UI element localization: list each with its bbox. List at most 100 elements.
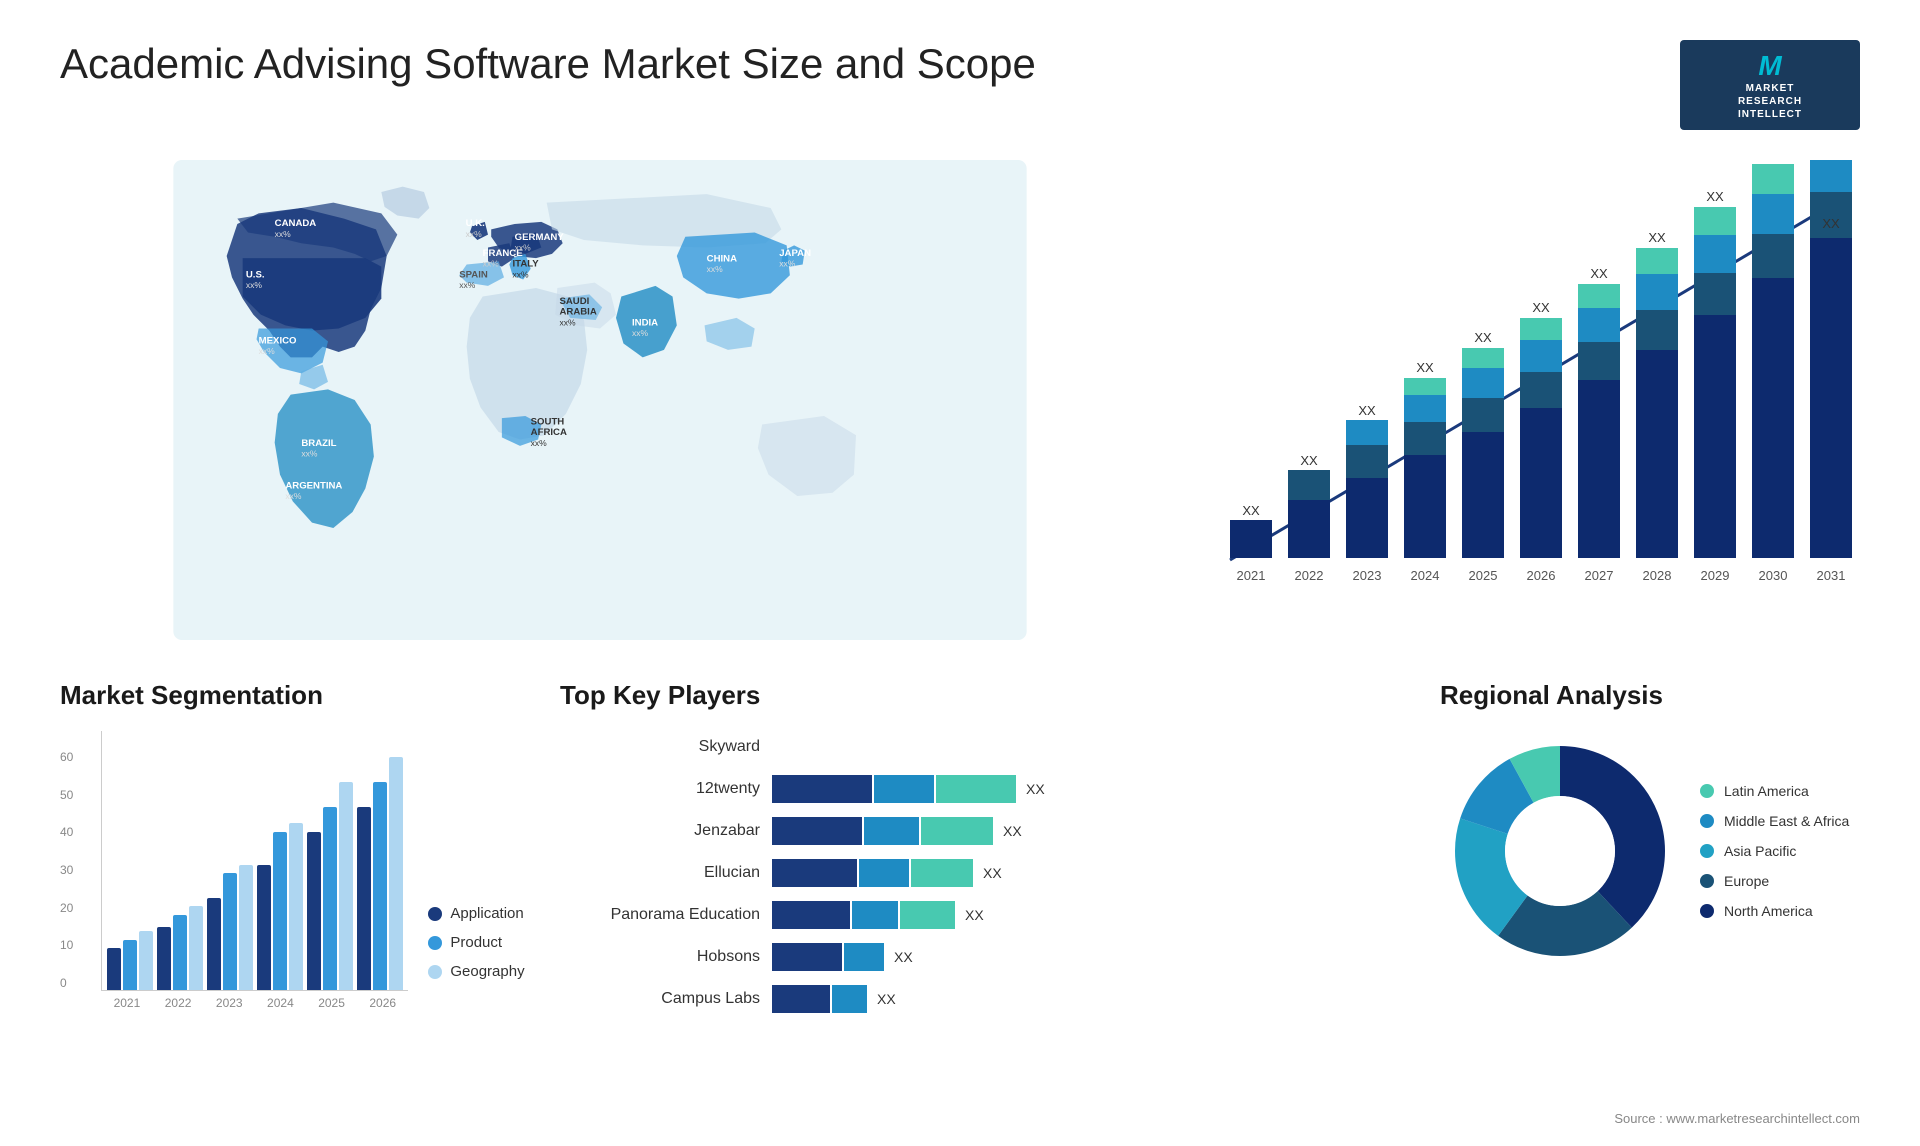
reg-dot-europe: [1700, 874, 1714, 888]
source-text: Source : www.marketresearchintellect.com: [1614, 1111, 1860, 1126]
reg-label-na: North America: [1724, 903, 1813, 919]
svg-text:xx%: xx%: [301, 449, 318, 459]
seg-bar-group-2024: [257, 823, 303, 990]
player-bar-jenzabar: XX: [772, 815, 1400, 847]
seg-legend: Application Product Geography: [428, 905, 524, 1010]
seg-x-labels: 2021 2022 2023 2024 2025 2026: [101, 996, 408, 1010]
player-row-ellucian: Ellucian XX: [560, 857, 1400, 889]
svg-text:xx%: xx%: [515, 243, 532, 253]
player-bar-campus: XX: [772, 983, 1400, 1015]
seg-bar-group-2025: [307, 782, 353, 990]
world-map-svg: CANADA xx% U.S. xx% MEXICO xx% BRAZIL xx…: [60, 160, 1140, 640]
legend-dot-geography: [428, 965, 442, 979]
players-container: Top Key Players Skyward 12twenty: [520, 680, 1400, 1060]
growth-chart-svg: XX XX XX XX: [1200, 160, 1860, 630]
regional-legend: Latin America Middle East & Africa Asia …: [1700, 783, 1849, 919]
svg-text:XX: XX: [1300, 453, 1318, 468]
svg-text:XX: XX: [1764, 160, 1782, 163]
bar-segments: [772, 859, 973, 887]
player-xx: XX: [894, 949, 913, 965]
svg-text:SPAIN: SPAIN: [459, 269, 488, 280]
svg-text:2027: 2027: [1585, 568, 1614, 583]
reg-dot-na: [1700, 904, 1714, 918]
bar-seg-2: [852, 901, 898, 929]
bar-seg-3: [900, 901, 955, 929]
player-name-hobsons: Hobsons: [560, 948, 760, 966]
seg-bar-geo: [239, 865, 253, 990]
svg-text:2025: 2025: [1469, 568, 1498, 583]
reg-label-europe: Europe: [1724, 873, 1769, 889]
svg-text:XX: XX: [1242, 503, 1260, 518]
seg-bar-prod: [223, 873, 237, 990]
svg-text:XX: XX: [1822, 216, 1840, 231]
seg-bars-container: [101, 731, 408, 991]
bar-seg-1: [772, 775, 872, 803]
player-bar-hobsons: XX: [772, 941, 1400, 973]
reg-legend-mea: Middle East & Africa: [1700, 813, 1849, 829]
seg-bar-group-2026: [357, 757, 403, 990]
svg-text:xx%: xx%: [707, 264, 724, 274]
reg-label-latin: Latin America: [1724, 783, 1809, 799]
reg-legend-na: North America: [1700, 903, 1849, 919]
logo-box: M MARKETRESEARCHINTELLECT: [1680, 40, 1860, 130]
bar-segments: [772, 985, 867, 1013]
map-container: CANADA xx% U.S. xx% MEXICO xx% BRAZIL xx…: [60, 160, 1140, 640]
seg-bar-geo: [189, 906, 203, 990]
player-xx: XX: [1026, 781, 1045, 797]
svg-text:2028: 2028: [1643, 568, 1672, 583]
top-section: CANADA xx% U.S. xx% MEXICO xx% BRAZIL xx…: [60, 160, 1860, 640]
player-row-hobsons: Hobsons XX: [560, 941, 1400, 973]
svg-text:XX: XX: [1648, 230, 1666, 245]
svg-text:INDIA: INDIA: [632, 317, 658, 328]
segmentation-title: Market Segmentation: [60, 680, 480, 711]
svg-text:2031: 2031: [1817, 568, 1846, 583]
player-row-12twenty: 12twenty XX: [560, 773, 1400, 805]
seg-bar-app: [107, 948, 121, 990]
seg-bar-group-2022: [157, 906, 203, 990]
legend-item-application: Application: [428, 905, 524, 922]
bar-seg-2: [859, 859, 909, 887]
svg-text:XX: XX: [1532, 300, 1550, 315]
player-row-skyward: Skyward: [560, 731, 1400, 763]
svg-text:MEXICO: MEXICO: [259, 335, 297, 346]
svg-text:2030: 2030: [1759, 568, 1788, 583]
svg-text:2024: 2024: [1411, 568, 1440, 583]
bar-seg-1: [772, 943, 842, 971]
svg-text:xx%: xx%: [459, 280, 476, 290]
seg-bar-app: [257, 865, 271, 990]
bar-seg-3: [911, 859, 973, 887]
svg-text:xx%: xx%: [513, 269, 530, 279]
donut-chart: [1440, 731, 1680, 971]
svg-text:xx%: xx%: [246, 280, 263, 290]
svg-text:xx%: xx%: [259, 346, 276, 356]
regional-title: Regional Analysis: [1440, 680, 1860, 711]
player-name-campus: Campus Labs: [560, 990, 760, 1008]
svg-text:XX: XX: [1416, 360, 1434, 375]
legend-label-product: Product: [450, 934, 502, 951]
svg-text:XX: XX: [1590, 266, 1608, 281]
svg-text:U.S.: U.S.: [246, 269, 265, 280]
legend-item-product: Product: [428, 934, 524, 951]
seg-bar-app: [207, 898, 221, 990]
svg-text:xx%: xx%: [779, 259, 796, 269]
svg-text:xx%: xx%: [531, 438, 548, 448]
bar-seg-2: [832, 985, 867, 1013]
svg-text:XX: XX: [1706, 189, 1724, 204]
legend-item-geography: Geography: [428, 963, 524, 980]
seg-bar-geo: [339, 782, 353, 990]
bar-segments: [772, 775, 1016, 803]
legend-dot-product: [428, 936, 442, 950]
svg-text:xx%: xx%: [466, 229, 483, 239]
svg-text:ITALY: ITALY: [513, 259, 540, 270]
svg-text:2022: 2022: [1295, 568, 1324, 583]
seg-y-axis: 60 50 40 30 20 10 0: [60, 750, 73, 1010]
svg-text:ARABIA: ARABIA: [559, 307, 596, 318]
legend-label-geography: Geography: [450, 963, 524, 980]
player-bar-ellucian: XX: [772, 857, 1400, 889]
player-name-panorama: Panorama Education: [560, 906, 760, 924]
svg-text:2029: 2029: [1701, 568, 1730, 583]
svg-text:xx%: xx%: [275, 229, 292, 239]
regional-container: Regional Analysis La: [1440, 680, 1860, 1060]
seg-bar-app: [357, 807, 371, 990]
reg-dot-mea: [1700, 814, 1714, 828]
